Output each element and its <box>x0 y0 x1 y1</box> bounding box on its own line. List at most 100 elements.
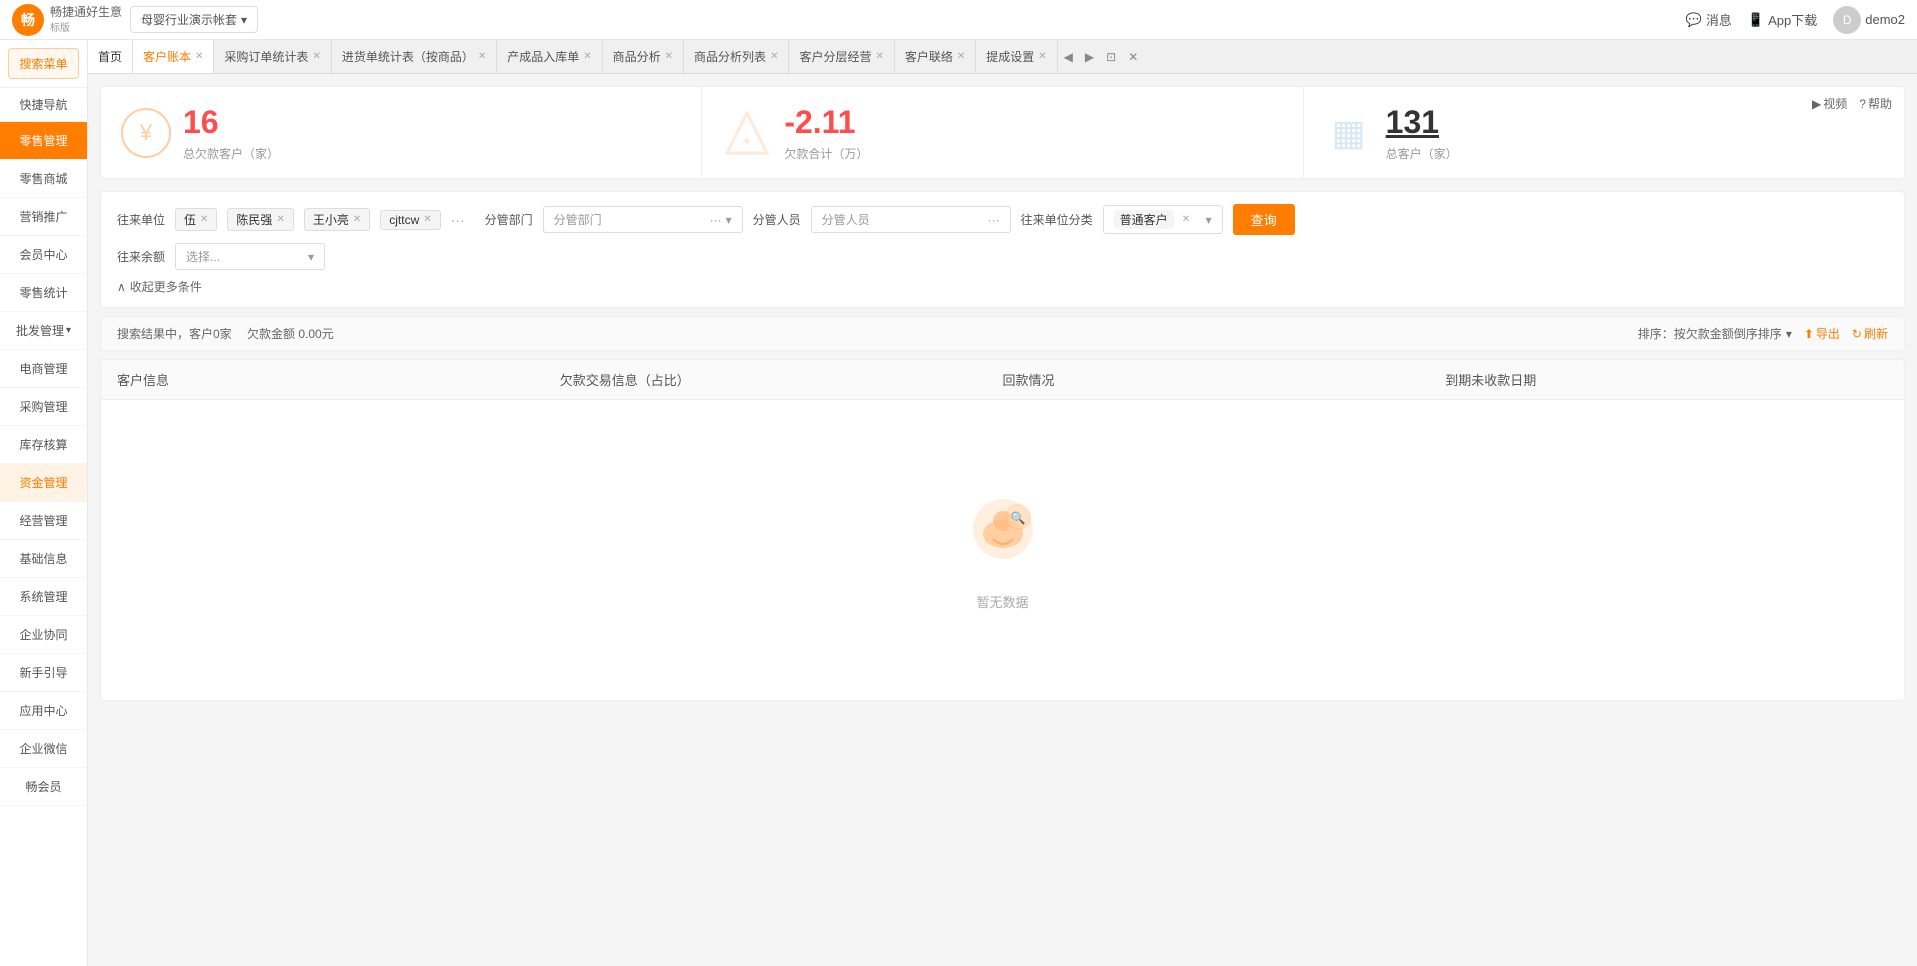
tab-customer-tier-label: 客户分层经营 <box>799 48 871 65</box>
tab-close-icon-2[interactable]: ✕ <box>312 51 320 62</box>
balance-filter-label: 往来余额 <box>117 248 165 265</box>
account-selector[interactable]: 母婴行业演示帐套 ▾ <box>130 6 258 33</box>
tag-chen-close[interactable]: ✕ <box>276 214 284 225</box>
message-icon: 💬 <box>1686 12 1702 28</box>
sidebar-item-member[interactable]: 会员中心 <box>0 236 87 274</box>
tag-wu-close[interactable]: ✕ <box>200 214 208 225</box>
tab-close-icon-3[interactable]: ✕ <box>478 51 486 62</box>
sidebar-item-basic-info[interactable]: 基础信息 <box>0 540 87 578</box>
dept-filter-label: 分管部门 <box>485 211 533 228</box>
sort-chevron-icon: ▾ <box>1786 327 1792 341</box>
sidebar-item-retail[interactable]: 零售管理 <box>0 122 87 160</box>
export-button[interactable]: ⬆ 导出 <box>1804 325 1840 342</box>
user-area[interactable]: D demo2 <box>1833 6 1905 34</box>
sidebar: 搜索菜单 快捷导航 零售管理 零售商城 营销推广 会员中心 零售统计 批发管理 … <box>0 40 88 966</box>
tab-home[interactable]: 首页 <box>88 40 133 74</box>
stats-row: ▶ 视频 ? 帮助 ¥ 16 总欠款客户（家） <box>100 86 1905 179</box>
tab-scroll-left[interactable]: ◀ <box>1058 40 1079 74</box>
tab-customer-tier[interactable]: 客户分层经营 ✕ <box>789 40 894 74</box>
sidebar-item-finance[interactable]: 资金管理 <box>0 464 87 502</box>
sidebar-item-collab[interactable]: 企业协同 <box>0 616 87 654</box>
stat-total-label: 总客户（家） <box>1386 145 1458 162</box>
tab-goods-in-stats[interactable]: 进货单统计表（按商品） ✕ <box>332 40 497 74</box>
logo-text-area: 畅捷通好生意 标版 <box>50 5 122 34</box>
table-body: 🔍 暂无数据 <box>101 400 1904 700</box>
stat-customers-label: 总欠款客户（家） <box>183 145 279 162</box>
tab-goods-in-stats-label: 进货单统计表（按商品） <box>342 48 474 65</box>
logo-icon: 畅 <box>12 4 44 36</box>
person-select[interactable]: 分管人员 ··· <box>811 206 1011 233</box>
sidebar-item-vip[interactable]: 畅会员 <box>0 768 87 806</box>
result-amount: 欠款金额 0.00元 <box>247 327 334 341</box>
sidebar-item-search[interactable]: 搜索菜单 <box>8 48 79 79</box>
tab-close-icon-4[interactable]: ✕ <box>583 51 591 62</box>
sort-selector[interactable]: 排序：按欠款金额倒序排序 ▾ <box>1638 325 1792 342</box>
tab-product-inbound-label: 产成品入库单 <box>507 48 579 65</box>
tab-customer-ledger[interactable]: 客户账本 ✕ <box>133 40 214 74</box>
tab-close-icon-8[interactable]: ✕ <box>957 51 965 62</box>
tab-close-icon-7[interactable]: ✕ <box>875 51 883 62</box>
sidebar-item-inventory[interactable]: 库存核算 <box>0 426 87 464</box>
account-name: 母婴行业演示帐套 <box>141 11 237 28</box>
tab-close-icon-6[interactable]: ✕ <box>770 51 778 62</box>
unit-type-tag: 普通客户 <box>1114 210 1174 229</box>
tab-commission-settings[interactable]: 提成设置 ✕ <box>976 40 1057 74</box>
balance-select[interactable]: 选择... ▾ <box>175 243 325 270</box>
result-info: 搜索结果中，客户0家 欠款金额 0.00元 <box>117 325 334 342</box>
video-btn[interactable]: ▶ 视频 <box>1812 95 1847 112</box>
tab-goods-list-label: 商品分析列表 <box>694 48 766 65</box>
tab-goods-list[interactable]: 商品分析列表 ✕ <box>684 40 789 74</box>
sidebar-item-retail-mall[interactable]: 零售商城 <box>0 160 87 198</box>
col-repayment: 回款情况 <box>1003 370 1446 389</box>
user-name: demo2 <box>1865 12 1905 27</box>
tab-close-icon-9[interactable]: ✕ <box>1038 51 1046 62</box>
sidebar-item-wholesale[interactable]: 批发管理 ▾ <box>0 312 87 350</box>
tab-close-icon[interactable]: ✕ <box>195 51 203 62</box>
message-btn[interactable]: 💬 消息 <box>1686 10 1732 29</box>
app-download-btn[interactable]: 📱 App下载 <box>1748 10 1817 29</box>
tab-product-inbound[interactable]: 产成品入库单 ✕ <box>497 40 602 74</box>
col-customer-info: 客户信息 <box>117 370 560 389</box>
refresh-label: 刷新 <box>1864 325 1888 342</box>
sidebar-item-system[interactable]: 系统管理 <box>0 578 87 616</box>
sidebar-item-operations[interactable]: 经营管理 <box>0 502 87 540</box>
unit-type-tag-close[interactable]: ✕ <box>1182 214 1190 225</box>
tab-close-all[interactable]: ✕ <box>1122 40 1144 74</box>
sort-label-text: 排序：按欠款金额倒序排序 <box>1638 325 1782 342</box>
tag-cjttcw-close[interactable]: ✕ <box>423 214 431 225</box>
stat-card-amount: ✦ -2.11 欠款合计（万） <box>702 87 1303 178</box>
tab-scroll-right[interactable]: ▶ <box>1079 40 1100 74</box>
filter-more-btn[interactable]: ··· <box>451 212 465 228</box>
chevron-down-icon: ▾ <box>241 13 247 27</box>
search-button[interactable]: 查询 <box>1233 204 1295 235</box>
chevron-dept-icon: ▾ <box>726 213 732 227</box>
dept-select[interactable]: 分管部门 ··· ▾ <box>543 206 743 233</box>
help-btn[interactable]: ? 帮助 <box>1859 95 1892 112</box>
collapse-label: 收起更多条件 <box>130 278 202 295</box>
stat-total-number: 131 <box>1386 103 1458 141</box>
sidebar-item-appstore[interactable]: 应用中心 <box>0 692 87 730</box>
dept-placeholder: 分管部门 <box>554 211 602 228</box>
tab-purchase-stats[interactable]: 采购订单统计表 ✕ <box>214 40 331 74</box>
content-area: 首页 客户账本 ✕ 采购订单统计表 ✕ 进货单统计表（按商品） ✕ 产成品入库单… <box>88 40 1917 966</box>
tag-wang-close[interactable]: ✕ <box>353 214 361 225</box>
sidebar-item-purchase[interactable]: 采购管理 <box>0 388 87 426</box>
sidebar-item-retail-stats[interactable]: 零售统计 <box>0 274 87 312</box>
empty-icon: 🔍 <box>963 489 1043 584</box>
refresh-button[interactable]: ↻ 刷新 <box>1852 325 1888 342</box>
page-actions: ▶ 视频 ? 帮助 <box>1812 95 1892 112</box>
collapse-button[interactable]: ∧ 收起更多条件 <box>117 278 1888 295</box>
tab-customer-contact[interactable]: 客户联络 ✕ <box>895 40 976 74</box>
sidebar-item-ecommerce[interactable]: 电商管理 <box>0 350 87 388</box>
sidebar-item-quicknav[interactable]: 快捷导航 <box>0 88 87 122</box>
tab-expand[interactable]: ⊡ <box>1100 40 1122 74</box>
tab-goods-analysis[interactable]: 商品分析 ✕ <box>603 40 684 74</box>
result-customers: 搜索结果中，客户0家 <box>117 327 232 341</box>
sidebar-item-marketing[interactable]: 营销推广 <box>0 198 87 236</box>
svg-text:✦: ✦ <box>741 133 753 149</box>
filter-tag-cjttcw: cjttcw ✕ <box>380 210 440 230</box>
unit-type-select[interactable]: 普通客户 ✕ ▾ <box>1103 205 1223 234</box>
sidebar-item-wechat[interactable]: 企业微信 <box>0 730 87 768</box>
sidebar-item-newbie[interactable]: 新手引导 <box>0 654 87 692</box>
tab-close-icon-5[interactable]: ✕ <box>665 51 673 62</box>
